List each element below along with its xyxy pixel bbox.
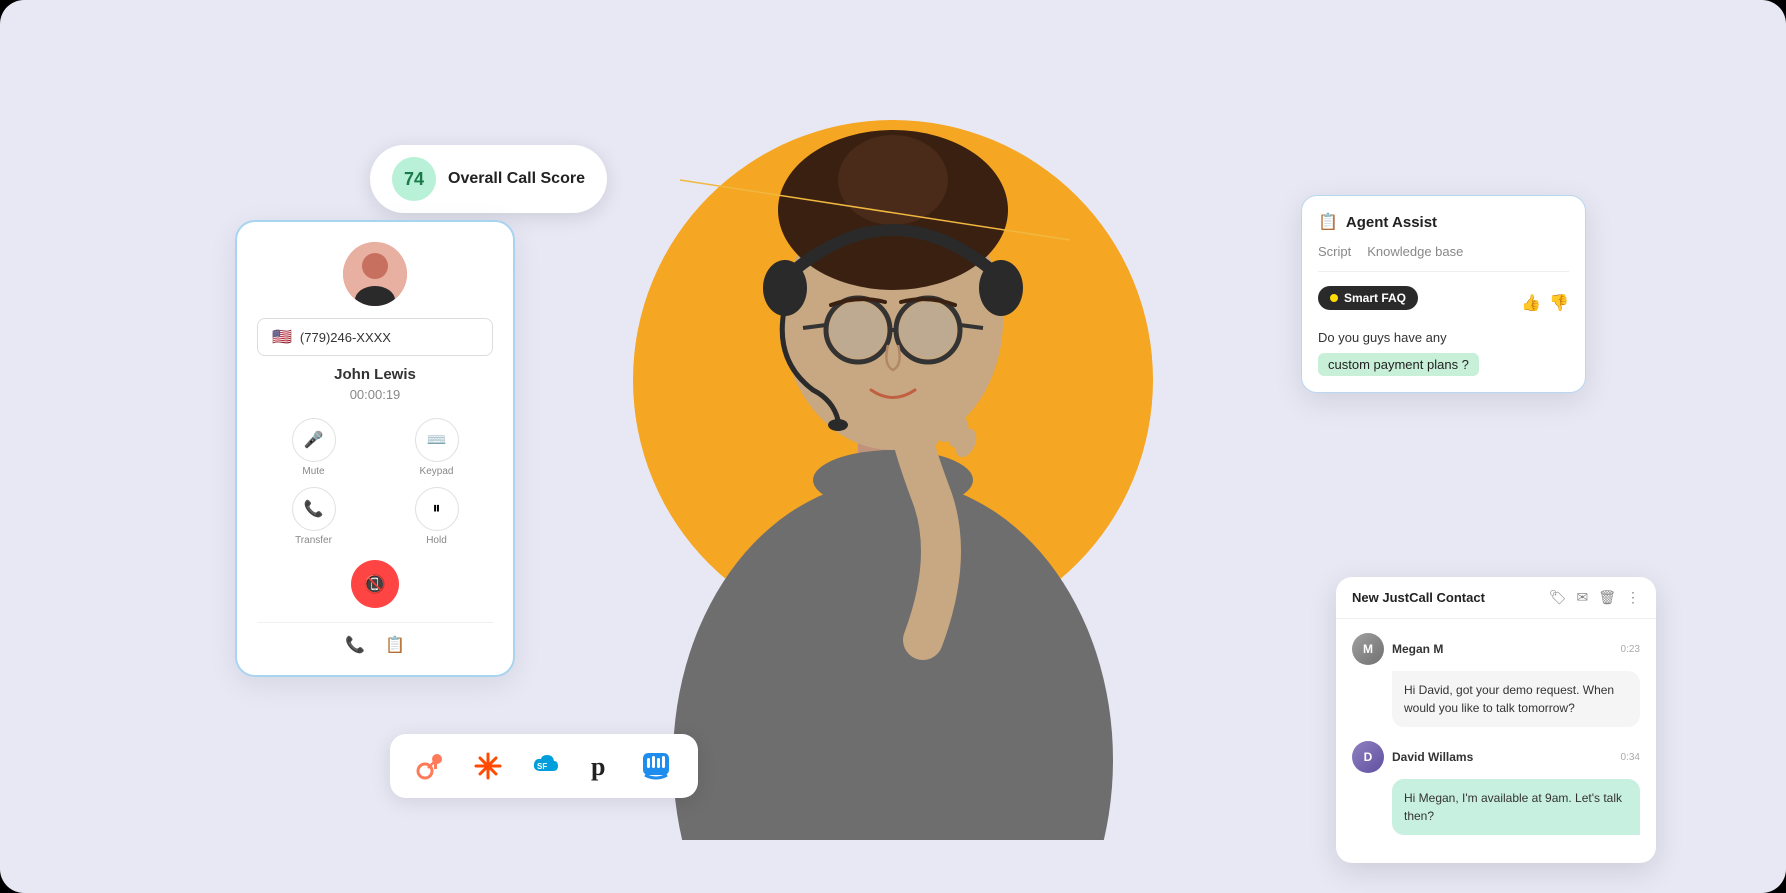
agent-photo (543, 60, 1243, 840)
smart-faq-row: Smart FAQ 👍 👎 (1318, 286, 1569, 320)
avatar-megan: M (1352, 633, 1384, 665)
zapier-logo (470, 748, 506, 784)
call-timer: 00:00:19 (257, 387, 493, 402)
feedback-icons: 👍 👎 (1521, 293, 1569, 313)
chat-header-icons: 🏷 ✉ 🗑 ⋮ (1549, 589, 1640, 606)
thumbs-down-icon[interactable]: 👎 (1549, 293, 1569, 313)
call-panel-footer: 📞 📋 (257, 622, 493, 655)
chat-bubble-megan: Hi David, got your demo request. When wo… (1392, 671, 1640, 727)
agent-assist-panel: 📋 Agent Assist Script Knowledge base Sma… (1301, 195, 1586, 393)
keypad-button[interactable]: ⌨️ Keypad (380, 418, 493, 477)
score-number: 74 (392, 157, 436, 201)
call-panel: 🇺🇸 (779)246-XXXX John Lewis 00:00:19 🎤 M… (235, 220, 515, 677)
call-controls: 🎤 Mute ⌨️ Keypad 📞 Transfer ⏸ Hold (257, 418, 493, 546)
chat-panel: New JustCall Contact 🏷 ✉ 🗑 ⋮ M Megan M 0… (1336, 577, 1656, 863)
svg-text:p: p (591, 752, 605, 781)
chat-time-megan: 0:23 (1621, 644, 1640, 655)
chat-message-2: D David Willams 0:34 Hi Megan, I'm avail… (1352, 741, 1640, 835)
salesforce-logo: SF (526, 748, 562, 784)
faq-highlight: custom payment plans ? (1318, 353, 1479, 376)
intercom-logo (638, 748, 674, 784)
more-options-icon[interactable]: ⋮ (1626, 589, 1640, 606)
mail-icon[interactable]: ✉ (1576, 589, 1588, 606)
hold-button[interactable]: ⏸ Hold (380, 487, 493, 546)
chat-bubble-david: Hi Megan, I'm available at 9am. Let's ta… (1392, 779, 1640, 835)
caller-avatar (343, 242, 407, 306)
delete-icon[interactable]: 🗑 (1598, 589, 1616, 606)
sender-row-megan: M Megan M 0:23 (1352, 633, 1640, 665)
chat-header: New JustCall Contact 🏷 ✉ 🗑 ⋮ (1336, 577, 1656, 619)
transfer-button[interactable]: 📞 Transfer (257, 487, 370, 546)
faq-question: Do you guys have any (1318, 330, 1569, 345)
thumbs-up-icon[interactable]: 👍 (1521, 293, 1541, 313)
tab-knowledge-base[interactable]: Knowledge base (1367, 244, 1463, 263)
phone-number-box: 🇺🇸 (779)246-XXXX (257, 318, 493, 356)
sender-name-megan: Megan M (1392, 642, 1443, 656)
chat-body: M Megan M 0:23 Hi David, got your demo r… (1336, 619, 1656, 863)
agent-assist-header: 📋 Agent Assist (1318, 212, 1569, 232)
avatar-david: D (1352, 741, 1384, 773)
integrations-bar: SF p (390, 734, 698, 798)
caller-name: John Lewis (257, 366, 493, 383)
smart-faq-dot (1330, 294, 1338, 302)
phone-footer-icon: 📞 (345, 635, 365, 655)
score-label: Overall Call Score (448, 170, 585, 188)
smart-faq-button[interactable]: Smart FAQ (1318, 286, 1418, 310)
end-call-button[interactable]: 📵 (351, 560, 399, 608)
sender-name-david: David Willams (1392, 750, 1473, 764)
phone-number: (779)246-XXXX (300, 330, 391, 345)
hubspot-logo (414, 748, 450, 784)
mute-button[interactable]: 🎤 Mute (257, 418, 370, 477)
smart-faq-label: Smart FAQ (1344, 291, 1406, 305)
flag-icon: 🇺🇸 (272, 327, 292, 347)
chat-message-1: M Megan M 0:23 Hi David, got your demo r… (1352, 633, 1640, 727)
score-badge: 74 Overall Call Score (370, 145, 607, 213)
main-container: 74 Overall Call Score 🇺🇸 (779)246-XXXX J… (0, 0, 1786, 893)
chat-title: New JustCall Contact (1352, 590, 1485, 605)
sender-row-david: D David Willams 0:34 (1352, 741, 1640, 773)
agent-assist-title: Agent Assist (1346, 214, 1437, 231)
notes-footer-icon: 📋 (385, 635, 405, 655)
agent-assist-icon: 📋 (1318, 212, 1338, 232)
chat-time-david: 0:34 (1621, 752, 1640, 763)
svg-text:SF: SF (537, 762, 547, 771)
agent-assist-tabs: Script Knowledge base (1318, 244, 1569, 272)
pipedrive-logo: p (582, 748, 618, 784)
tab-script[interactable]: Script (1318, 244, 1351, 263)
tag-icon[interactable]: 🏷 (1549, 589, 1567, 606)
